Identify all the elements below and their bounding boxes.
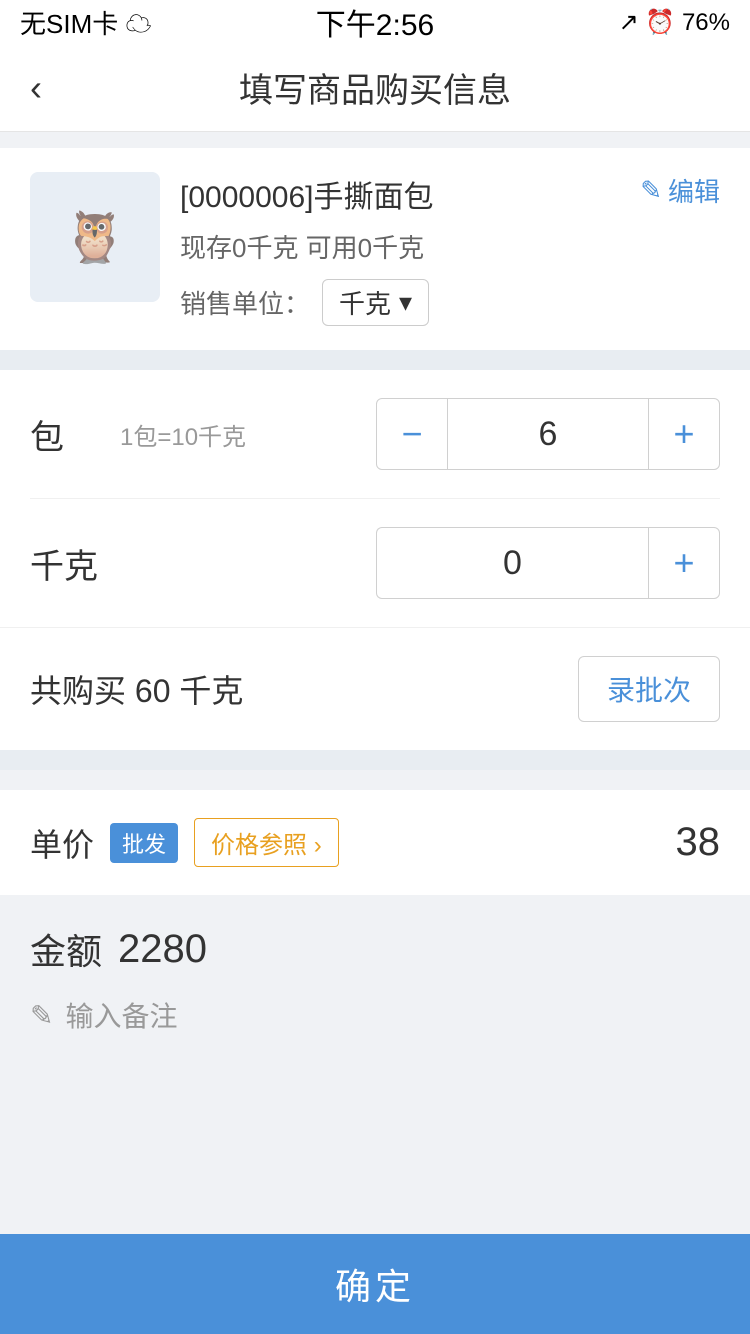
package-label: 包 [30,410,110,459]
price-tag: 批发 [110,823,178,863]
total-text: 共购买 60 千克 [30,666,243,712]
amount-value: 2280 [118,927,207,972]
kilogram-input-row: 千克 + [30,499,720,627]
batch-button[interactable]: 录批次 [578,656,720,722]
input-section: 包 1包=10千克 − + 千克 + [0,370,750,627]
section-divider-1 [0,350,750,370]
status-right: ↗ ⏰ 76% [619,8,730,37]
unit-dropdown-icon: ▾ [399,287,412,318]
package-plus-button[interactable]: + [648,398,720,470]
battery-status: ↗ ⏰ 76% [619,8,730,37]
edit-button[interactable]: ✎ 编辑 [640,172,720,209]
kilogram-stepper: + [376,527,720,599]
remark-icon: ✎ [30,999,53,1032]
product-name: [0000006]手撕面包 [180,172,720,216]
package-sublabel: 1包=10千克 [120,417,376,452]
product-image: 🦉 [30,172,160,302]
unit-value: 千克 [339,284,391,321]
back-button[interactable]: ‹ [30,67,42,109]
price-row: 单价 批发 价格参照 › 38 [30,818,720,867]
edit-icon: ✎ [640,175,662,206]
product-unit-row: 销售单位： 千克 ▾ [180,279,720,326]
content-spacer [0,1055,750,1234]
unit-label: 销售单位： [180,284,310,321]
price-label: 单价 [30,820,94,866]
nav-bar: ‹ 填写商品购买信息 [0,44,750,132]
kilogram-plus-button[interactable]: + [648,527,720,599]
price-value: 38 [676,820,721,865]
sim-status: 无SIM卡 ☁ [20,4,151,41]
package-minus-button[interactable]: − [376,398,448,470]
price-reference-button[interactable]: 价格参照 › [194,818,339,867]
unit-selector[interactable]: 千克 ▾ [322,279,429,326]
product-info: [0000006]手撕面包 现存0千克 可用0千克 销售单位： 千克 ▾ [180,172,720,326]
status-left: 无SIM卡 ☁ [20,4,151,41]
edit-label: 编辑 [668,172,720,209]
page-title: 填写商品购买信息 [239,63,511,112]
remark-text: 输入备注 [65,995,177,1035]
package-input-row: 包 1包=10千克 − + [30,370,720,499]
price-section: 单价 批发 价格参照 › 38 [0,790,750,895]
confirm-button[interactable]: 确定 [0,1234,750,1334]
amount-section: 金额 2280 ✎ 输入备注 [0,895,750,1055]
product-thumbnail-icon: 🦉 [64,208,126,267]
section-divider-2 [0,750,750,770]
kilogram-input[interactable] [376,527,648,599]
package-stepper: − + [376,398,720,470]
kilogram-label: 千克 [30,539,110,588]
status-bar: 无SIM卡 ☁ 下午2:56 ↗ ⏰ 76% [0,0,750,44]
total-section: 共购买 60 千克 录批次 [0,627,750,750]
amount-label: 金额 [30,923,102,975]
product-card: 🦉 [0000006]手撕面包 现存0千克 可用0千克 销售单位： 千克 ▾ ✎… [0,148,750,350]
status-time: 下午2:56 [316,0,434,44]
remark-row[interactable]: ✎ 输入备注 [30,995,720,1035]
amount-row: 金额 2280 [30,923,720,975]
product-stock: 现存0千克 可用0千克 [180,228,720,265]
package-input[interactable] [448,398,648,470]
